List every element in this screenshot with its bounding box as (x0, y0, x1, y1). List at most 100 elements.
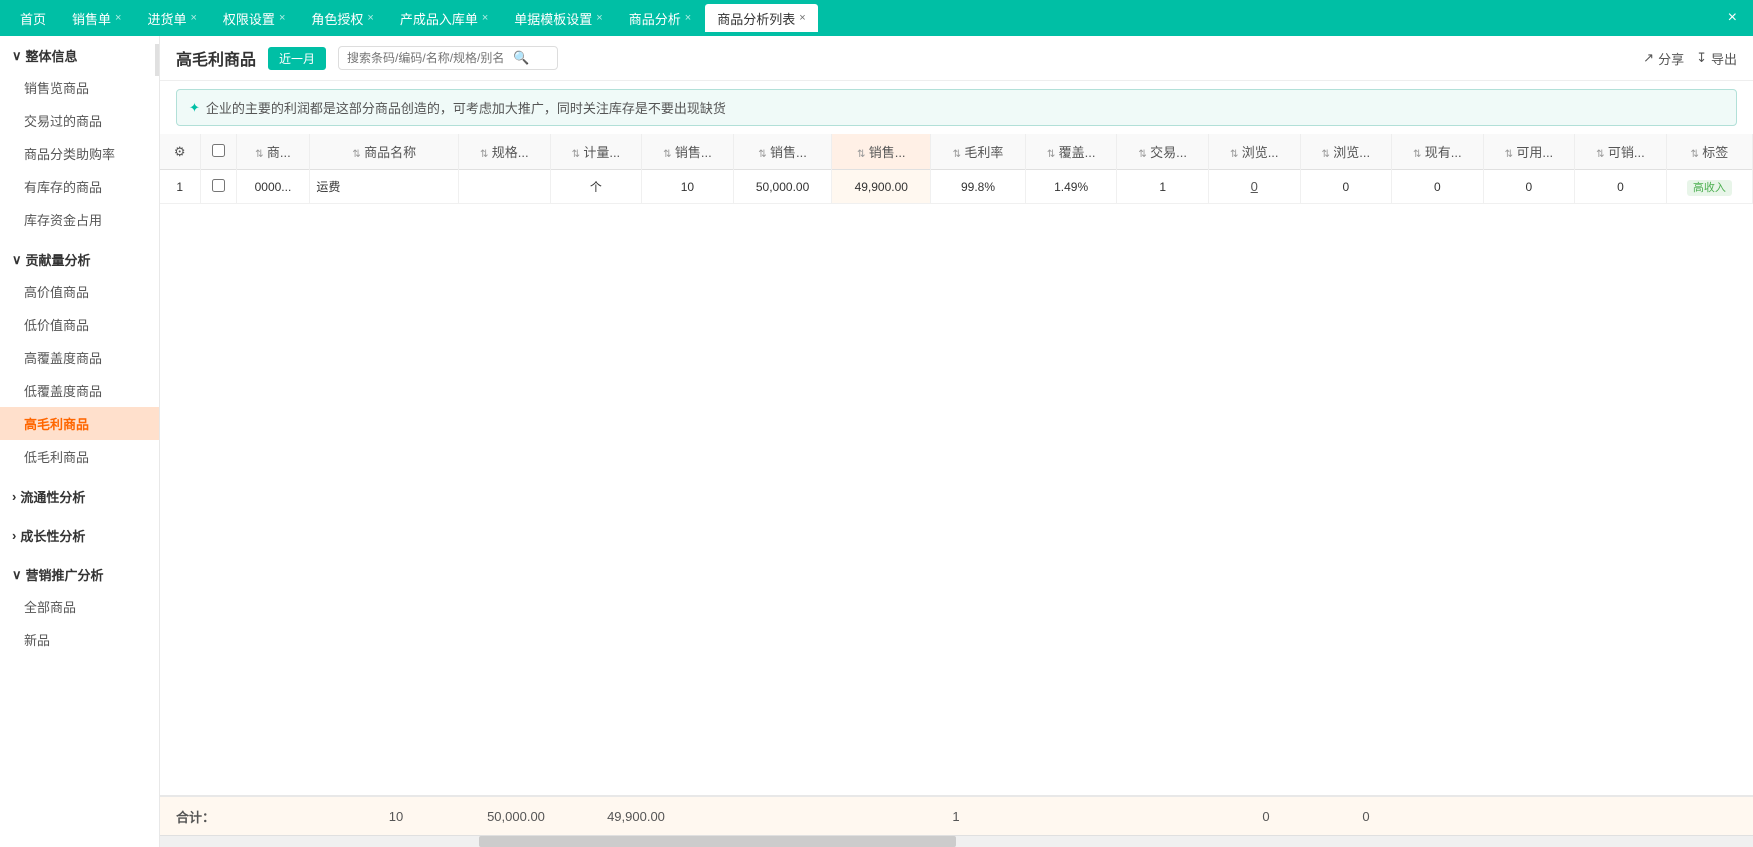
sidebar-group-growth-title[interactable]: › 成长性分析 (0, 520, 159, 551)
close-icon[interactable]: × (367, 12, 373, 24)
th-sales-profit[interactable]: ⇅ 销售... (832, 134, 931, 170)
close-icon[interactable]: × (596, 12, 602, 24)
th-coverage[interactable]: ⇅ 覆盖... (1025, 134, 1117, 170)
sidebar-item-category-rate[interactable]: 商品分类助购率 (0, 137, 159, 170)
th-name[interactable]: ⇅ 商品名称 (310, 134, 459, 170)
td-sales-profit: 49,900.00 (832, 170, 931, 204)
chevron-right-icon: › (12, 489, 16, 504)
tab-home[interactable]: 首页 (8, 4, 58, 32)
sidebar-group-growth: › 成长性分析 (0, 516, 159, 555)
window-close-button[interactable]: × (1720, 9, 1745, 27)
sidebar-group-overall-title[interactable]: ∨ 整体信息 (0, 40, 159, 71)
export-button[interactable]: ↧ 导出 (1696, 49, 1737, 68)
tab-permissions[interactable]: 权限设置 × (211, 4, 297, 32)
sidebar-item-all-products[interactable]: 全部商品 (0, 590, 159, 623)
footer-sales-profit: 49,900.00 (576, 809, 696, 824)
footer-available: 0 (1316, 809, 1416, 824)
search-icon[interactable]: 🔍 (513, 50, 529, 66)
tag-badge: 高收入 (1687, 180, 1732, 196)
td-checkbox[interactable] (200, 170, 236, 204)
settings-icon[interactable]: ⚙ (174, 144, 186, 159)
content-area: 高毛利商品 近一月 🔍 ↗ 分享 ↧ 导出 ✦ 企业的主要的利润都是这部分商品创… (160, 36, 1753, 847)
th-spec[interactable]: ⇅ 规格... (459, 134, 551, 170)
sidebar-item-high-value[interactable]: 高价值商品 (0, 275, 159, 308)
sidebar-item-high-margin[interactable]: 高毛利商品 (0, 407, 159, 440)
sidebar-item-low-value[interactable]: 低价值商品 (0, 308, 159, 341)
close-icon[interactable]: × (190, 12, 196, 24)
sidebar-item-low-margin[interactable]: 低毛利商品 (0, 440, 159, 473)
td-views1[interactable]: 0 (1208, 170, 1300, 204)
select-all-checkbox[interactable] (212, 144, 225, 157)
th-sales-qty[interactable]: ⇅ 销售... (642, 134, 734, 170)
footer-spacer1 (696, 809, 896, 824)
search-input[interactable] (347, 51, 507, 65)
th-checkbox[interactable] (200, 134, 236, 170)
product-table: ⚙ ⇅ 商... ⇅ 商品名称 (160, 134, 1753, 204)
share-button[interactable]: ↗ 分享 (1643, 49, 1684, 68)
sidebar-group-overall: ∨ 整体信息 销售览商品 交易过的商品 商品分类助购率 有库存的商品 库存资金占… (0, 36, 159, 240)
scrollbar-thumb[interactable] (479, 836, 957, 847)
td-gross-margin: 99.8% (931, 170, 1026, 204)
td-available: 0 (1483, 170, 1575, 204)
share-icon: ↗ (1643, 50, 1654, 66)
close-icon[interactable]: × (115, 12, 121, 24)
close-icon[interactable]: × (482, 12, 488, 24)
th-code[interactable]: ⇅ 商... (236, 134, 310, 170)
th-tag[interactable]: ⇅ 标签 (1666, 134, 1752, 170)
sidebar-group-marketing: ∨ 营销推广分析 全部商品 新品 (0, 555, 159, 660)
th-views1[interactable]: ⇅ 浏览... (1208, 134, 1300, 170)
th-unit[interactable]: ⇅ 计量... (550, 134, 642, 170)
tab-roles[interactable]: 角色授权 × (299, 4, 385, 32)
th-settings[interactable]: ⚙ (160, 134, 200, 170)
sidebar-item-traded-products[interactable]: 交易过的商品 (0, 104, 159, 137)
sidebar-item-sales-products[interactable]: 销售览商品 (0, 71, 159, 104)
td-spec (459, 170, 551, 204)
th-sales-amount[interactable]: ⇅ 销售... (733, 134, 832, 170)
th-available[interactable]: ⇅ 可用... (1483, 134, 1575, 170)
info-banner: ✦ 企业的主要的利润都是这部分商品创造的，可考虑加大推广，同时关注库存是不要出现… (176, 89, 1737, 126)
close-icon[interactable]: × (279, 12, 285, 24)
tab-sales[interactable]: 销售单 × (60, 4, 133, 32)
td-transactions: 1 (1117, 170, 1209, 204)
table-row: 1 0000... 运费 个 10 50,000.00 49,900.00 99… (160, 170, 1753, 204)
sidebar-item-new-products[interactable]: 新品 (0, 623, 159, 656)
export-icon: ↧ (1696, 50, 1707, 66)
th-saleable[interactable]: ⇅ 可销... (1575, 134, 1667, 170)
sidebar-item-low-coverage[interactable]: 低覆盖度商品 (0, 374, 159, 407)
sidebar-item-stock-capital[interactable]: 库存资金占用 (0, 203, 159, 236)
row-checkbox[interactable] (212, 179, 225, 192)
tab-analysis-list[interactable]: 商品分析列表 × (705, 4, 817, 32)
th-gross-margin[interactable]: ⇅ 毛利率 (931, 134, 1026, 170)
sidebar-collapse-button[interactable]: « (155, 44, 160, 76)
table-header-row: ⚙ ⇅ 商... ⇅ 商品名称 (160, 134, 1753, 170)
tab-analysis[interactable]: 商品分析 × (617, 4, 703, 32)
tab-inventory[interactable]: 产成品入库单 × (388, 4, 500, 32)
top-nav: 首页 销售单 × 进货单 × 权限设置 × 角色授权 × 产成品入库单 × 单据… (0, 0, 1753, 36)
tab-purchase[interactable]: 进货单 × (135, 4, 208, 32)
tab-template[interactable]: 单据模板设置 × (502, 4, 614, 32)
th-current[interactable]: ⇅ 现有... (1392, 134, 1484, 170)
info-icon: ✦ (189, 100, 200, 116)
filter-recent-month-button[interactable]: 近一月 (268, 47, 326, 70)
sidebar-group-liquidity-title[interactable]: › 流通性分析 (0, 481, 159, 512)
sidebar: « ∨ 整体信息 销售览商品 交易过的商品 商品分类助购率 有库存的商品 库存资… (0, 36, 160, 847)
th-transactions[interactable]: ⇅ 交易... (1117, 134, 1209, 170)
page-title: 高毛利商品 (176, 46, 256, 70)
sidebar-item-in-stock[interactable]: 有库存的商品 (0, 170, 159, 203)
sidebar-group-marketing-title[interactable]: ∨ 营销推广分析 (0, 559, 159, 590)
td-views2: 0 (1300, 170, 1392, 204)
td-index: 1 (160, 170, 200, 204)
td-current: 0 (1392, 170, 1484, 204)
sidebar-group-liquidity: › 流通性分析 (0, 477, 159, 516)
sidebar-group-contribution: ∨ 贡献量分析 高价值商品 低价值商品 高覆盖度商品 低覆盖度商品 高毛利商品 … (0, 240, 159, 477)
search-box: 🔍 (338, 46, 558, 70)
th-views2[interactable]: ⇅ 浏览... (1300, 134, 1392, 170)
sidebar-group-contribution-title[interactable]: ∨ 贡献量分析 (0, 244, 159, 275)
td-saleable: 0 (1575, 170, 1667, 204)
close-icon[interactable]: × (685, 12, 691, 24)
sidebar-item-high-coverage[interactable]: 高覆盖度商品 (0, 341, 159, 374)
footer-totals-row: 合计： 10 50,000.00 49,900.00 1 0 0 (160, 795, 1753, 835)
chevron-down-icon: ∨ (12, 567, 22, 583)
horizontal-scrollbar[interactable] (160, 835, 1753, 847)
close-icon[interactable]: × (799, 12, 805, 24)
